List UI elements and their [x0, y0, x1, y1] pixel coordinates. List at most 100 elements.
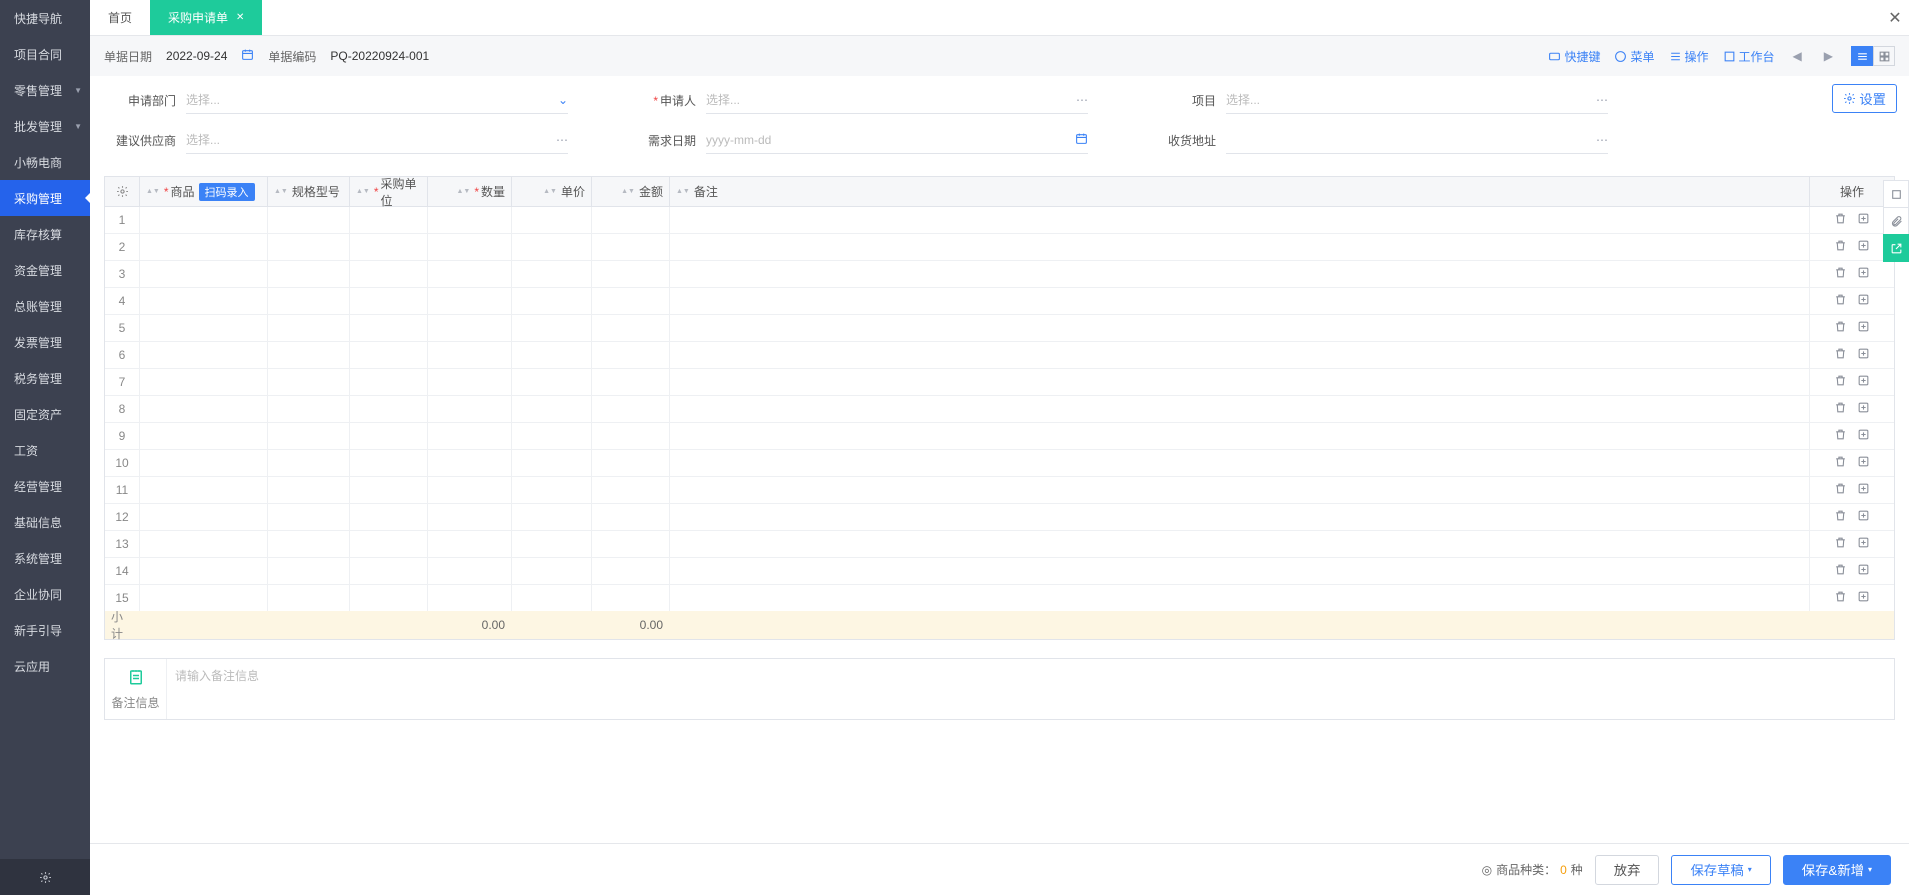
- cell-qty[interactable]: [428, 504, 512, 530]
- cell-amount[interactable]: [592, 558, 670, 584]
- cell-amount[interactable]: [592, 261, 670, 287]
- cell-unit[interactable]: [350, 261, 428, 287]
- cell-qty[interactable]: [428, 369, 512, 395]
- add-row-icon[interactable]: [1857, 563, 1870, 579]
- cell-amount[interactable]: [592, 450, 670, 476]
- cell-remark[interactable]: [670, 585, 1810, 611]
- cell-unit[interactable]: [350, 531, 428, 557]
- cell-qty[interactable]: [428, 288, 512, 314]
- cell-qty[interactable]: [428, 477, 512, 503]
- table-row[interactable]: 11: [105, 477, 1894, 504]
- save-draft-button[interactable]: 保存草稿▾: [1671, 855, 1770, 885]
- cell-qty[interactable]: [428, 531, 512, 557]
- cell-spec[interactable]: [268, 558, 350, 584]
- table-row[interactable]: 8: [105, 396, 1894, 423]
- sidebar-item-7[interactable]: 资金管理: [0, 252, 90, 288]
- sidebar-item-4[interactable]: 小畅电商: [0, 144, 90, 180]
- cell-price[interactable]: [512, 423, 592, 449]
- side-tool-share-icon[interactable]: [1883, 234, 1909, 262]
- cell-unit[interactable]: [350, 396, 428, 422]
- addr-select[interactable]: ⋯: [1226, 126, 1608, 154]
- cell-qty[interactable]: [428, 234, 512, 260]
- col-unit[interactable]: ▲▼*采购单位: [350, 177, 428, 206]
- cell-qty[interactable]: [428, 315, 512, 341]
- cell-unit[interactable]: [350, 450, 428, 476]
- cell-amount[interactable]: [592, 423, 670, 449]
- col-price[interactable]: ▲▼单价: [512, 177, 592, 206]
- add-row-icon[interactable]: [1857, 536, 1870, 552]
- cell-spec[interactable]: [268, 261, 350, 287]
- cell-spec[interactable]: [268, 315, 350, 341]
- cell-product[interactable]: [140, 531, 268, 557]
- cell-amount[interactable]: [592, 207, 670, 233]
- cell-amount[interactable]: [592, 585, 670, 611]
- cell-amount[interactable]: [592, 234, 670, 260]
- table-row[interactable]: 4: [105, 288, 1894, 315]
- calendar-icon[interactable]: [241, 48, 254, 64]
- applicant-select[interactable]: 选择... ⋯: [706, 86, 1088, 114]
- cell-spec[interactable]: [268, 369, 350, 395]
- cell-spec[interactable]: [268, 477, 350, 503]
- cell-unit[interactable]: [350, 342, 428, 368]
- sidebar-item-8[interactable]: 总账管理: [0, 288, 90, 324]
- sidebar-item-12[interactable]: 工资: [0, 432, 90, 468]
- cell-remark[interactable]: [670, 234, 1810, 260]
- cell-unit[interactable]: [350, 504, 428, 530]
- cell-qty[interactable]: [428, 585, 512, 611]
- cell-product[interactable]: [140, 234, 268, 260]
- delete-row-icon[interactable]: [1834, 266, 1847, 282]
- sidebar-item-0[interactable]: 快捷导航: [0, 0, 90, 36]
- cell-price[interactable]: [512, 207, 592, 233]
- cell-remark[interactable]: [670, 315, 1810, 341]
- cell-spec[interactable]: [268, 531, 350, 557]
- supplier-select[interactable]: 选择... ⋯: [186, 126, 568, 154]
- sidebar-item-2[interactable]: 零售管理▼: [0, 72, 90, 108]
- cell-product[interactable]: [140, 504, 268, 530]
- tool-workbench[interactable]: 工作台: [1723, 48, 1775, 65]
- cell-remark[interactable]: [670, 342, 1810, 368]
- cell-price[interactable]: [512, 531, 592, 557]
- sidebar-item-6[interactable]: 库存核算: [0, 216, 90, 252]
- table-row[interactable]: 12: [105, 504, 1894, 531]
- tool-menu[interactable]: 菜单: [1614, 48, 1654, 65]
- cell-unit[interactable]: [350, 423, 428, 449]
- add-row-icon[interactable]: [1857, 239, 1870, 255]
- abandon-button[interactable]: 放弃: [1595, 855, 1660, 885]
- cell-spec[interactable]: [268, 342, 350, 368]
- add-row-icon[interactable]: [1857, 374, 1870, 390]
- add-row-icon[interactable]: [1857, 509, 1870, 525]
- settings-button[interactable]: 设置: [1832, 84, 1897, 113]
- cell-product[interactable]: [140, 558, 268, 584]
- cell-unit[interactable]: [350, 207, 428, 233]
- add-row-icon[interactable]: [1857, 428, 1870, 444]
- cell-qty[interactable]: [428, 261, 512, 287]
- cell-amount[interactable]: [592, 288, 670, 314]
- close-icon[interactable]: ✕: [236, 12, 244, 23]
- add-row-icon[interactable]: [1857, 590, 1870, 606]
- cell-amount[interactable]: [592, 477, 670, 503]
- side-tool-attach-icon[interactable]: [1883, 207, 1909, 235]
- add-row-icon[interactable]: [1857, 266, 1870, 282]
- cell-remark[interactable]: [670, 207, 1810, 233]
- cell-spec[interactable]: [268, 207, 350, 233]
- cell-spec[interactable]: [268, 396, 350, 422]
- cell-spec[interactable]: [268, 288, 350, 314]
- add-row-icon[interactable]: [1857, 482, 1870, 498]
- needdate-input[interactable]: yyyy-mm-dd: [706, 126, 1088, 154]
- cell-remark[interactable]: [670, 531, 1810, 557]
- cell-product[interactable]: [140, 315, 268, 341]
- save-and-new-button[interactable]: 保存&新增▾: [1783, 855, 1891, 885]
- sidebar-item-14[interactable]: 基础信息: [0, 504, 90, 540]
- col-qty[interactable]: ▲▼*数量: [428, 177, 512, 206]
- cell-price[interactable]: [512, 504, 592, 530]
- cell-product[interactable]: [140, 585, 268, 611]
- cell-unit[interactable]: [350, 558, 428, 584]
- table-row[interactable]: 2: [105, 234, 1894, 261]
- cell-remark[interactable]: [670, 423, 1810, 449]
- sidebar-item-9[interactable]: 发票管理: [0, 324, 90, 360]
- delete-row-icon[interactable]: [1834, 401, 1847, 417]
- delete-row-icon[interactable]: [1834, 428, 1847, 444]
- cell-price[interactable]: [512, 369, 592, 395]
- delete-row-icon[interactable]: [1834, 212, 1847, 228]
- cell-product[interactable]: [140, 423, 268, 449]
